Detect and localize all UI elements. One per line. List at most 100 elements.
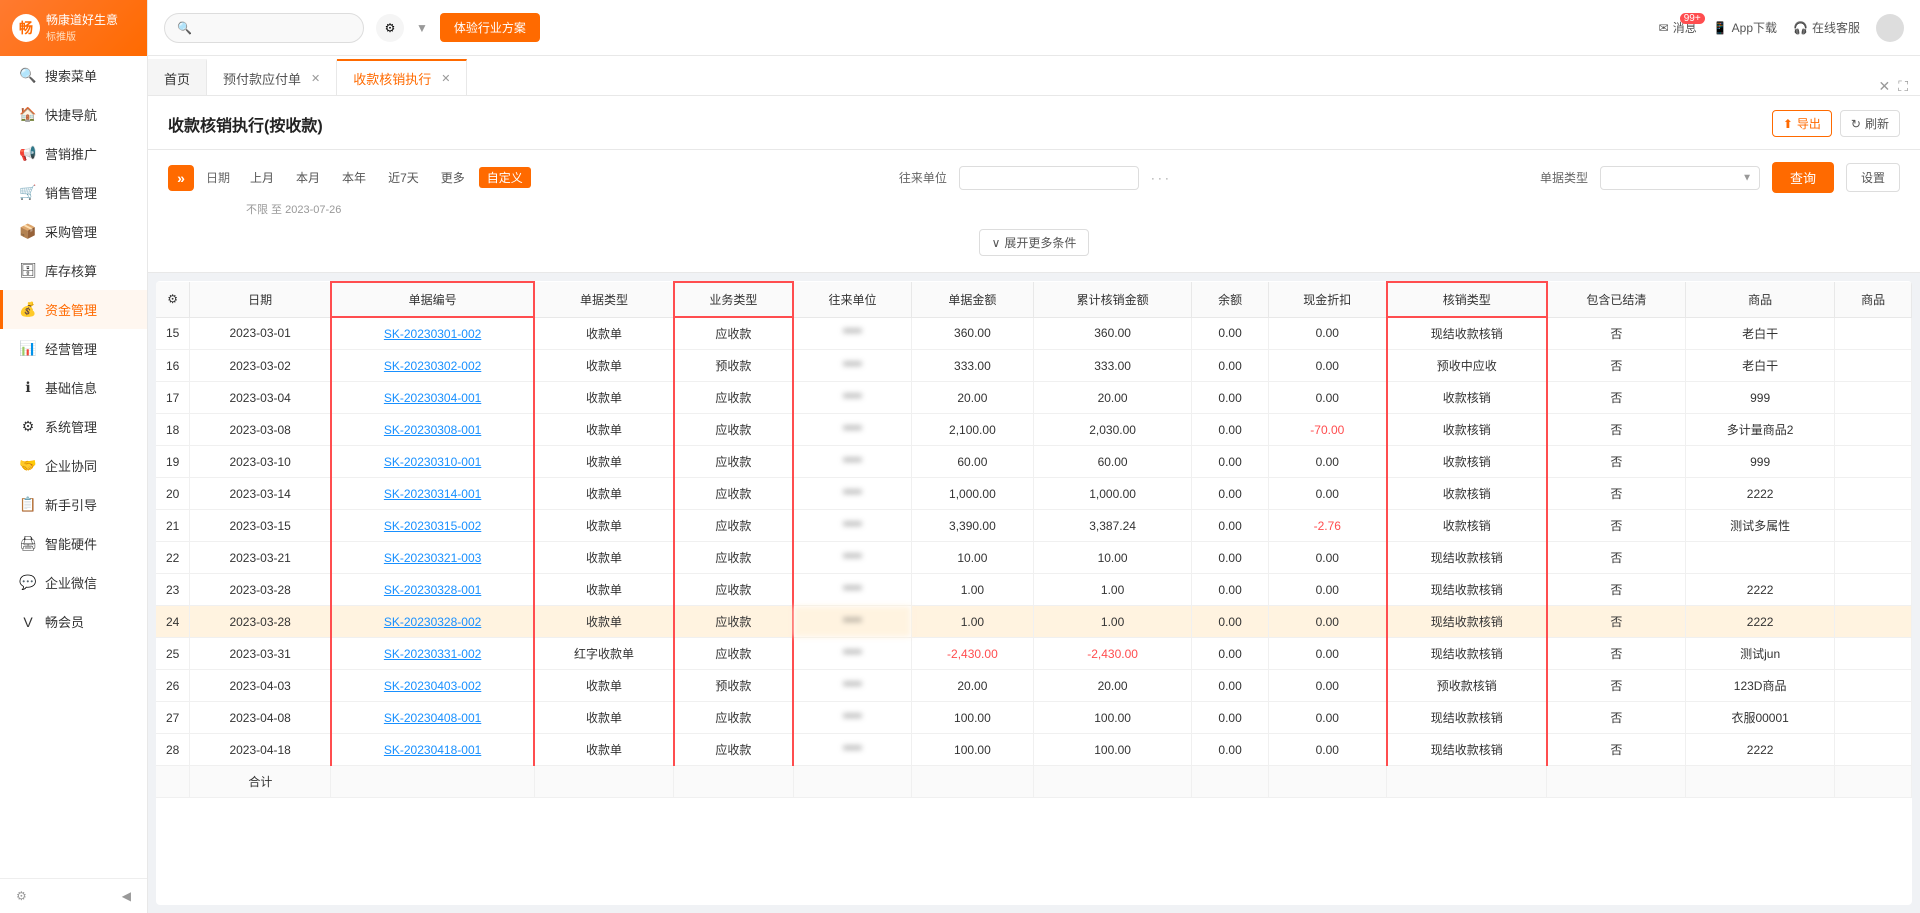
td-no: 21	[156, 510, 190, 542]
td-bill-amount: 333.00	[911, 350, 1033, 382]
partner-input[interactable]	[959, 166, 1139, 190]
date-custom-btn[interactable]: 自定义	[479, 167, 531, 188]
tab-close-all-icon[interactable]: ✕	[1878, 78, 1890, 95]
td-include-settled: 否	[1547, 606, 1686, 638]
date-btn-7days[interactable]: 近7天	[380, 166, 427, 189]
topbar-search-box[interactable]: 🔍	[164, 13, 364, 43]
sidebar-item-hardware[interactable]: 🖨 智能硬件	[0, 524, 147, 563]
bill-type-select[interactable]	[1600, 166, 1760, 190]
td-bill-no[interactable]: SK-20230321-003	[331, 542, 534, 574]
date-btn-this-year[interactable]: 本年	[334, 166, 374, 189]
filter-expand-btn[interactable]: »	[168, 165, 194, 191]
td-balance: 0.00	[1192, 542, 1269, 574]
expand-more-btn[interactable]: ∨ 展开更多条件	[979, 229, 1090, 256]
date-btn-this-month[interactable]: 本月	[288, 166, 328, 189]
online-service-btn[interactable]: 🎧 在线客服	[1793, 19, 1860, 36]
td-cash-discount: -70.00	[1268, 414, 1386, 446]
date-range-text: 不限 至 2023-07-26	[246, 201, 341, 217]
td-bill-no[interactable]: SK-20230328-001	[331, 574, 534, 606]
sidebar-item-basic[interactable]: ℹ 基础信息	[0, 368, 147, 407]
td-cash-discount: 0.00	[1268, 478, 1386, 510]
topbar-gear-btn[interactable]: ⚙	[376, 14, 404, 42]
td-bill-amount: 1.00	[911, 574, 1033, 606]
sidebar-item-operations[interactable]: 📊 经营管理	[0, 329, 147, 368]
td-summary-3	[534, 766, 674, 798]
td-product: 999	[1686, 446, 1835, 478]
sidebar-item-label: 系统管理	[45, 417, 97, 436]
sidebar-item-purchase[interactable]: 📦 采购管理	[0, 212, 147, 251]
sidebar-collapse-icon[interactable]: ◀	[122, 889, 131, 903]
td-bill-no[interactable]: SK-20230310-001	[331, 446, 534, 478]
bill-type-select-wrap	[1600, 166, 1760, 190]
th-settings[interactable]: ⚙	[156, 282, 190, 317]
td-product2	[1835, 350, 1912, 382]
td-biz-type: 应收款	[674, 606, 793, 638]
td-date: 2023-03-10	[190, 446, 331, 478]
user-avatar[interactable]	[1876, 14, 1904, 42]
sidebar-item-marketing[interactable]: 📢 营销推广	[0, 134, 147, 173]
industry-btn[interactable]: 体验行业方案	[440, 13, 540, 42]
sidebar-item-sales[interactable]: 🛒 销售管理	[0, 173, 147, 212]
sidebar-item-collab[interactable]: 🤝 企业协同	[0, 446, 147, 485]
date-btn-more[interactable]: 更多	[433, 166, 473, 189]
td-bill-no[interactable]: SK-20230315-002	[331, 510, 534, 542]
td-summary-9	[1268, 766, 1386, 798]
tab-home[interactable]: 首页	[148, 59, 207, 95]
td-balance: 0.00	[1192, 670, 1269, 702]
td-bill-no[interactable]: SK-20230418-001	[331, 734, 534, 766]
finance-icon: 💰	[19, 301, 37, 318]
td-bill-no[interactable]: SK-20230308-001	[331, 414, 534, 446]
messages-btn[interactable]: ✉ 消息 99+	[1659, 19, 1697, 36]
td-bill-no[interactable]: SK-20230403-002	[331, 670, 534, 702]
td-bill-no[interactable]: SK-20230408-001	[331, 702, 534, 734]
tab-prepay-close[interactable]: ✕	[311, 72, 320, 85]
td-bill-no[interactable]: SK-20230314-001	[331, 478, 534, 510]
export-btn[interactable]: ⬆ 导出	[1772, 110, 1832, 137]
td-bill-amount: 2,100.00	[911, 414, 1033, 446]
sidebar-item-quicknav[interactable]: 🏠 快捷导航	[0, 95, 147, 134]
sidebar-item-search[interactable]: 🔍 搜索菜单	[0, 56, 147, 95]
app-download-btn[interactable]: 📱 App下载	[1713, 19, 1777, 36]
sidebar-item-guide[interactable]: 📋 新手引导	[0, 485, 147, 524]
td-cash-discount: -2.76	[1268, 510, 1386, 542]
th-bill-amount: 单据金额	[911, 282, 1033, 317]
td-cancel-type: 收款核销	[1387, 510, 1547, 542]
td-bill-no[interactable]: SK-20230331-002	[331, 638, 534, 670]
td-bill-amount: 100.00	[911, 734, 1033, 766]
td-include-settled: 否	[1547, 542, 1686, 574]
td-product2	[1835, 670, 1912, 702]
sidebar-settings-icon[interactable]: ⚙	[16, 889, 27, 903]
tab-expand-icon[interactable]: ⛶	[1898, 78, 1908, 95]
sidebar: 畅 畅康道好生意 标推版 🔍 搜索菜单 🏠 快捷导航 📢 营销推广 🛒 销售管理…	[0, 0, 148, 913]
td-product: 2222	[1686, 606, 1835, 638]
sidebar-item-member[interactable]: V 畅会员	[0, 602, 147, 641]
td-balance: 0.00	[1192, 606, 1269, 638]
sidebar-item-finance[interactable]: 💰 资金管理	[0, 290, 147, 329]
sidebar-item-inventory[interactable]: 🗄 库存核算	[0, 251, 147, 290]
td-summary-10	[1387, 766, 1547, 798]
date-btn-last-month[interactable]: 上月	[242, 166, 282, 189]
tab-collections-close[interactable]: ✕	[441, 72, 450, 85]
td-bill-no[interactable]: SK-20230301-002	[331, 317, 534, 350]
td-accumulated: 20.00	[1033, 382, 1191, 414]
td-date: 2023-04-08	[190, 702, 331, 734]
td-bill-no[interactable]: SK-20230304-001	[331, 382, 534, 414]
tab-collections[interactable]: 收款核销执行 ✕	[337, 59, 467, 95]
collab-icon: 🤝	[19, 457, 37, 474]
td-cancel-type: 现结收款核销	[1387, 542, 1547, 574]
partner-label: 往来单位	[899, 169, 947, 186]
td-bill-type: 收款单	[534, 446, 674, 478]
sidebar-item-system[interactable]: ⚙ 系统管理	[0, 407, 147, 446]
td-biz-type: 应收款	[674, 574, 793, 606]
operations-icon: 📊	[19, 340, 37, 357]
logo-icon: 畅	[12, 14, 40, 42]
td-bill-no[interactable]: SK-20230328-002	[331, 606, 534, 638]
tab-prepay[interactable]: 预付款应付单 ✕	[207, 59, 337, 95]
refresh-btn[interactable]: ↻ 刷新	[1840, 110, 1900, 137]
td-product2	[1835, 574, 1912, 606]
query-btn[interactable]: 查询	[1772, 162, 1834, 193]
sidebar-item-wechat[interactable]: 💬 企业微信	[0, 563, 147, 602]
topbar-dropdown-icon[interactable]: ▼	[416, 21, 428, 35]
td-bill-no[interactable]: SK-20230302-002	[331, 350, 534, 382]
settings-btn[interactable]: 设置	[1846, 163, 1900, 192]
